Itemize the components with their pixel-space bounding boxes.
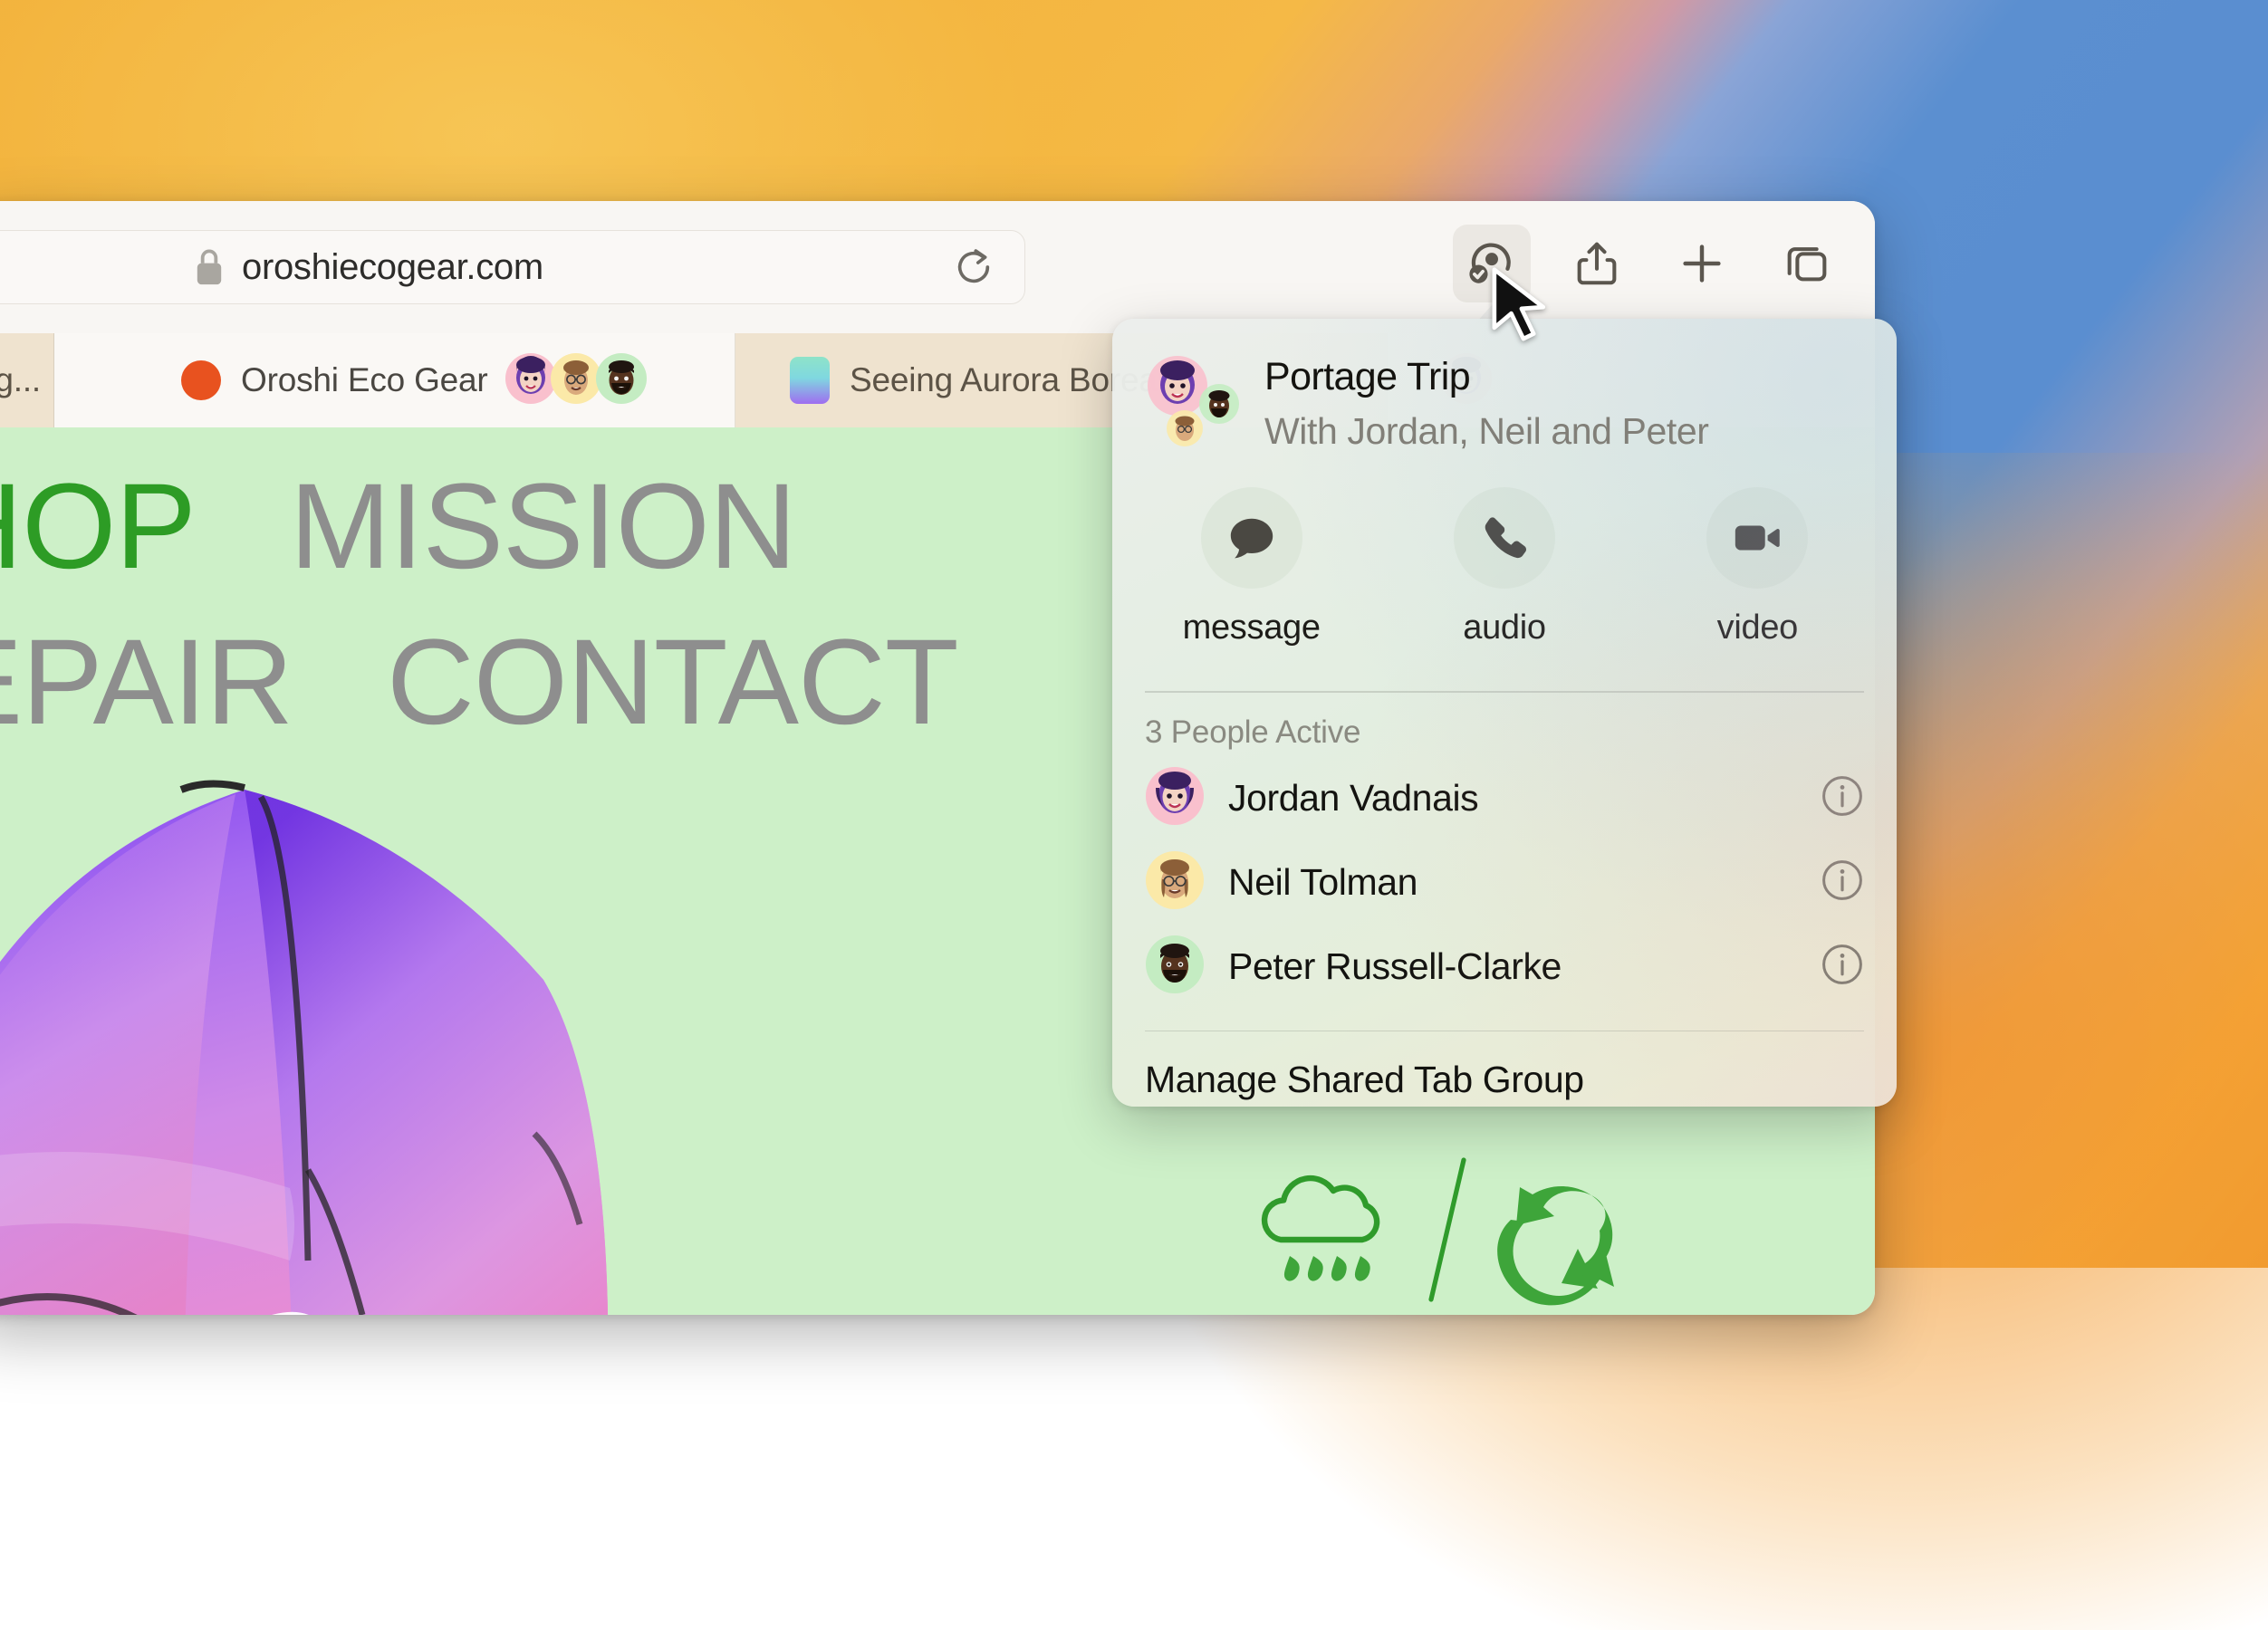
- recycle-icon: [1493, 1171, 1629, 1311]
- tab-group-participants-summary: With Jordan, Neil and Peter: [1264, 410, 1709, 453]
- tab-overview-button[interactable]: [1768, 225, 1846, 302]
- message-action-button[interactable]: message: [1125, 487, 1378, 647]
- product-image-tent: [0, 681, 851, 1315]
- tab-participant-avatars: [505, 352, 648, 409]
- tab-oroshi-eco-gear[interactable]: Oroshi Eco Gear: [54, 333, 735, 427]
- tab-title: Oroshi Eco Gear: [241, 361, 488, 399]
- video-action-button[interactable]: video: [1631, 487, 1884, 647]
- person-name: Jordan Vadnais: [1228, 777, 1478, 820]
- video-camera-icon: [1706, 487, 1808, 589]
- audio-action-label: audio: [1463, 609, 1545, 647]
- lock-icon: [193, 247, 226, 287]
- avatar-jordan: [1145, 766, 1205, 830]
- eco-feature-icons: [1250, 1153, 1629, 1311]
- group-avatar-cluster: [1145, 355, 1246, 449]
- info-icon[interactable]: [1821, 858, 1864, 906]
- person-name: Peter Russell-Clarke: [1228, 945, 1562, 988]
- share-button[interactable]: [1558, 225, 1636, 302]
- manage-shared-tab-group-button[interactable]: Manage Shared Tab Group: [1112, 1031, 1897, 1101]
- video-action-label: video: [1717, 609, 1798, 647]
- popover-quick-actions: message audio video: [1112, 487, 1897, 647]
- info-icon[interactable]: [1821, 943, 1864, 991]
- tab-group-name: Portage Trip: [1264, 355, 1709, 399]
- tab-title: g...: [0, 361, 41, 399]
- address-bar[interactable]: oroshiecogear.com: [0, 230, 1025, 304]
- avatar-peter: [1145, 935, 1205, 999]
- toolbar-actions: [1453, 225, 1846, 302]
- browser-toolbar: oroshiecogear.com: [0, 201, 1875, 333]
- person-row-peter[interactable]: Peter Russell-Clarke: [1112, 925, 1897, 1009]
- avatar-peter: [595, 352, 648, 409]
- person-row-jordan[interactable]: Jordan Vadnais: [1112, 756, 1897, 840]
- popover-header: Portage Trip With Jordan, Neil and Peter: [1112, 319, 1897, 453]
- new-tab-button[interactable]: [1663, 225, 1741, 302]
- popover-titles: Portage Trip With Jordan, Neil and Peter: [1264, 355, 1709, 453]
- info-icon[interactable]: [1821, 774, 1864, 822]
- divider-slash-icon: [1420, 1153, 1475, 1311]
- gradient-square-favicon-icon: [790, 357, 830, 404]
- phone-icon: [1454, 487, 1555, 589]
- message-bubble-icon: [1201, 487, 1302, 589]
- shared-tab-group-participants-button[interactable]: [1453, 225, 1531, 302]
- nav-link-shop[interactable]: SHOP: [0, 449, 196, 605]
- url-text: oroshiecogear.com: [242, 247, 543, 288]
- shared-tab-group-popover: Portage Trip With Jordan, Neil and Peter…: [1112, 319, 1897, 1107]
- nav-link-mission[interactable]: MISSION: [290, 449, 796, 605]
- tab-0[interactable]: g...: [0, 333, 54, 427]
- person-name: Neil Tolman: [1228, 861, 1418, 904]
- person-row-neil[interactable]: Neil Tolman: [1112, 840, 1897, 925]
- people-active-header: 3 People Active: [1112, 693, 1897, 756]
- message-action-label: message: [1183, 609, 1321, 647]
- orange-dot-favicon-icon: [181, 360, 221, 400]
- rain-cloud-icon: [1250, 1171, 1402, 1311]
- audio-action-button[interactable]: audio: [1378, 487, 1630, 647]
- avatar-neil: [1145, 850, 1205, 915]
- reload-icon[interactable]: [950, 244, 997, 291]
